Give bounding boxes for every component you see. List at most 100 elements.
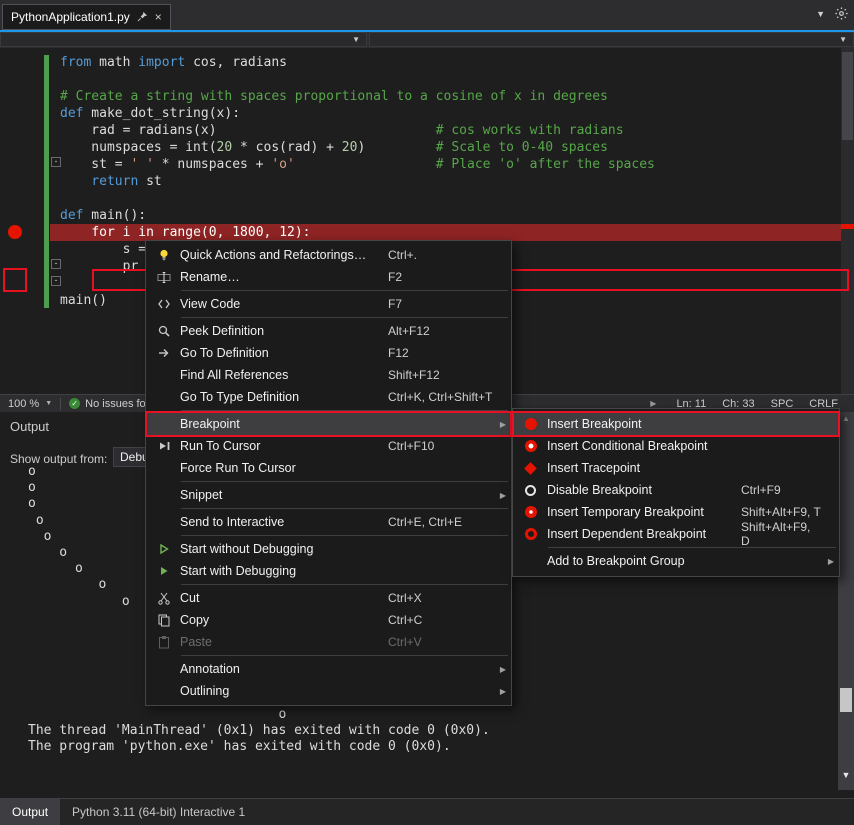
- menu-item-outlining[interactable]: Outlining▶: [147, 680, 510, 702]
- menu-item-annotation[interactable]: Annotation▶: [147, 658, 510, 680]
- panel-tab-python-3-11-64-bit-interactive-1[interactable]: Python 3.11 (64-bit) Interactive 1: [60, 799, 257, 825]
- output-panel-title: Output: [10, 419, 49, 434]
- breakpoint-scroll-marker: [841, 224, 854, 229]
- menu-item-label: Start with Debugging: [180, 564, 388, 578]
- menu-item-insert-breakpoint[interactable]: Insert Breakpoint: [514, 413, 838, 435]
- menu-item-label: Send to Interactive: [180, 515, 388, 529]
- chevron-down-icon[interactable]: ▼: [45, 400, 52, 407]
- zoom-control[interactable]: 100 %: [8, 398, 39, 410]
- menu-item-shortcut: Shift+Alt+F9, D: [741, 520, 822, 548]
- pin-icon[interactable]: [137, 11, 148, 24]
- tab-list-chevron-icon[interactable]: ▼: [816, 10, 825, 19]
- menu-item-snippet[interactable]: Snippet▶: [147, 484, 510, 506]
- menu-item-view-code[interactable]: View CodeF7: [147, 293, 510, 315]
- submenu-arrow-icon: ▶: [494, 491, 506, 500]
- context-menu: Quick Actions and Refactorings…Ctrl+.Ren…: [145, 240, 512, 706]
- menu-item-insert-dependent-breakpoint[interactable]: Insert Dependent BreakpointShift+Alt+F9,…: [514, 523, 838, 545]
- collapse-toggle-icon[interactable]: -: [51, 276, 61, 286]
- rename-icon: [147, 270, 180, 284]
- menu-item-add-to-breakpoint-group[interactable]: Add to Breakpoint Group ▶: [514, 550, 838, 572]
- menu-item-label: Insert Breakpoint: [547, 417, 741, 431]
- output-line: The program 'python.exe' has exited with…: [28, 739, 490, 755]
- menu-item-insert-conditional-breakpoint[interactable]: Insert Conditional Breakpoint: [514, 435, 838, 457]
- menu-item-label: Insert Temporary Breakpoint: [547, 505, 741, 519]
- menu-item-shortcut: Shift+Alt+F9, T: [741, 505, 822, 519]
- scrollbar-thumb[interactable]: [840, 688, 852, 712]
- menu-item-shortcut: Shift+F12: [388, 368, 494, 382]
- close-icon[interactable]: ×: [155, 11, 162, 23]
- submenu-arrow-icon: ▶: [822, 557, 834, 566]
- code-line: return st: [60, 173, 655, 190]
- bp-tracepoint-icon: [514, 464, 547, 473]
- submenu-arrow-icon: ▶: [494, 665, 506, 674]
- menu-item-shortcut: F12: [388, 346, 494, 360]
- scroll-up-arrow-icon[interactable]: ▲: [838, 414, 854, 423]
- menu-item-shortcut: Ctrl+V: [388, 635, 494, 649]
- nav-member-dropdown[interactable]: ▼: [369, 32, 854, 47]
- menu-item-find-all-references[interactable]: Find All ReferencesShift+F12: [147, 364, 510, 386]
- menu-item-shortcut: Ctrl+F9: [741, 483, 822, 497]
- menu-separator: [181, 584, 508, 585]
- menu-item-paste[interactable]: PasteCtrl+V: [147, 631, 510, 653]
- menu-separator: [181, 290, 508, 291]
- menu-item-label: Cut: [180, 591, 388, 605]
- breakpoint-icon[interactable]: [8, 225, 22, 239]
- menu-item-copy[interactable]: CopyCtrl+C: [147, 609, 510, 631]
- menu-item-disable-breakpoint[interactable]: Disable BreakpointCtrl+F9: [514, 479, 838, 501]
- scrollbar-thumb[interactable]: [842, 52, 853, 140]
- menu-item-breakpoint[interactable]: Breakpoint▶: [147, 413, 510, 435]
- menu-item-label: Run To Cursor: [180, 439, 388, 453]
- menu-item-label: Quick Actions and Refactorings…: [180, 248, 388, 262]
- output-line: The thread 'MainThread' (0x1) has exited…: [28, 723, 490, 739]
- cut-icon: [147, 591, 180, 605]
- menu-separator: [181, 508, 508, 509]
- menu-item-start-with-debugging[interactable]: Start with Debugging: [147, 560, 510, 582]
- menu-item-rename[interactable]: Rename…F2: [147, 266, 510, 288]
- code-line: numspaces = int(20 * cos(rad) + 20) # Sc…: [60, 139, 655, 156]
- gear-icon[interactable]: [835, 7, 848, 22]
- output-vertical-scrollbar[interactable]: ▲ ▼: [838, 412, 854, 790]
- menu-item-go-to-type-definition[interactable]: Go To Type DefinitionCtrl+K, Ctrl+Shift+…: [147, 386, 510, 408]
- menu-item-shortcut: F2: [388, 270, 494, 284]
- menu-item-quick-actions-and-refactorings[interactable]: Quick Actions and Refactorings…Ctrl+.: [147, 244, 510, 266]
- bp-disabled-icon: [514, 485, 547, 496]
- code-line: from math import cos, radians: [60, 54, 655, 71]
- menu-item-peek-definition[interactable]: Peek DefinitionAlt+F12: [147, 320, 510, 342]
- submenu-arrow-icon: ▶: [494, 420, 506, 429]
- menu-item-shortcut: Ctrl+E, Ctrl+E: [388, 515, 494, 529]
- vs-window: PythonApplication1.py × ▼ ▼ ▼ from math …: [0, 0, 854, 825]
- collapse-toggle-icon[interactable]: -: [51, 157, 61, 167]
- nav-type-dropdown[interactable]: ▼: [0, 32, 367, 47]
- goto-def-icon: [147, 346, 180, 360]
- code-line: [60, 71, 655, 88]
- menu-item-label: Copy: [180, 613, 388, 627]
- menu-item-run-to-cursor[interactable]: Run To CursorCtrl+F10: [147, 435, 510, 457]
- panel-tab-output[interactable]: Output: [0, 799, 60, 825]
- menu-item-shortcut: Ctrl+K, Ctrl+Shift+T: [388, 390, 494, 404]
- document-tab-bar: PythonApplication1.py × ▼: [0, 0, 854, 30]
- divider: [60, 398, 61, 410]
- collapse-toggle-icon[interactable]: -: [51, 259, 61, 269]
- menu-item-insert-tracepoint[interactable]: Insert Tracepoint: [514, 457, 838, 479]
- tab-pythonapplication1[interactable]: PythonApplication1.py ×: [2, 4, 171, 30]
- menu-item-shortcut: Alt+F12: [388, 324, 494, 338]
- menu-item-shortcut: Ctrl+C: [388, 613, 494, 627]
- no-issues-icon[interactable]: ✓: [69, 398, 80, 409]
- scroll-down-arrow-icon[interactable]: ▼: [838, 770, 854, 780]
- menu-item-label: Insert Conditional Breakpoint: [547, 439, 741, 453]
- code-line: def make_dot_string(x):: [60, 105, 655, 122]
- menu-separator: [181, 481, 508, 482]
- menu-item-send-to-interactive[interactable]: Send to InteractiveCtrl+E, Ctrl+E: [147, 511, 510, 533]
- menu-item-force-run-to-cursor[interactable]: Force Run To Cursor: [147, 457, 510, 479]
- menu-item-go-to-definition[interactable]: Go To DefinitionF12: [147, 342, 510, 364]
- menu-item-label: Add to Breakpoint Group: [547, 554, 741, 568]
- navigation-bar: ▼ ▼: [0, 32, 854, 48]
- code-line: def main():: [60, 207, 655, 224]
- bp-temporary-icon: [514, 506, 547, 518]
- menu-item-label: Insert Dependent Breakpoint: [547, 527, 741, 541]
- menu-item-start-without-debugging[interactable]: Start without Debugging: [147, 538, 510, 560]
- scroll-right-arrow-icon[interactable]: ▶: [650, 399, 656, 408]
- editor-vertical-scrollbar[interactable]: [841, 48, 854, 394]
- menu-item-cut[interactable]: CutCtrl+X: [147, 587, 510, 609]
- menu-item-label: Outlining: [180, 684, 388, 698]
